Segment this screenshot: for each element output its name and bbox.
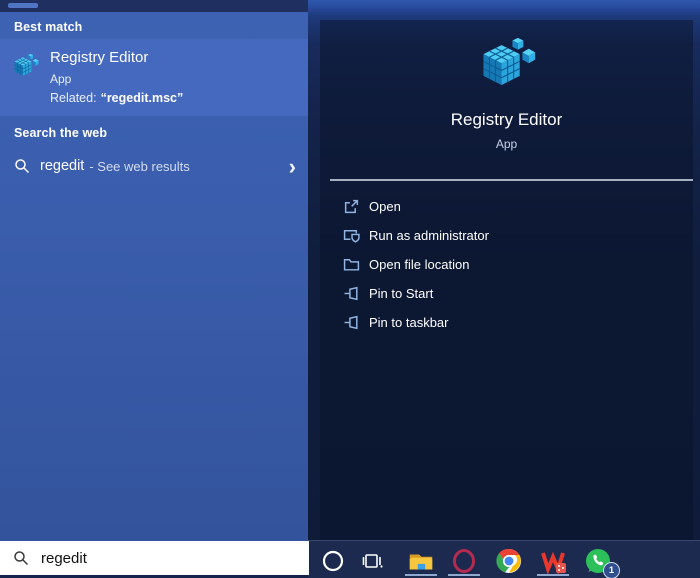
search-icon <box>15 159 30 174</box>
best-match-header: Best match <box>14 20 83 34</box>
flyout-top-edge <box>0 0 308 12</box>
action-label: Pin to taskbar <box>369 315 449 330</box>
action-label: Open file location <box>369 257 470 272</box>
web-query: regedit <box>40 158 85 174</box>
opera-icon[interactable] <box>449 546 479 576</box>
search-input[interactable] <box>39 548 283 568</box>
cortana-icon[interactable] <box>321 549 345 573</box>
taskbar: 1 <box>308 540 700 578</box>
separator <box>330 179 693 181</box>
taskbar-search-box[interactable] <box>0 541 309 575</box>
web-result-text: regedit - See web results <box>40 149 190 183</box>
notification-badge: 1 <box>603 562 620 578</box>
web-suffix: - See web results <box>89 158 190 174</box>
search-web-header: Search the web <box>14 126 108 140</box>
action-pin-to-start[interactable]: Pin to Start <box>320 279 693 308</box>
shield-icon <box>343 229 360 243</box>
action-open-file-location[interactable]: Open file location <box>320 250 693 279</box>
registry-editor-icon-large <box>483 37 536 85</box>
folder-icon <box>343 258 360 271</box>
start-search-flyout: Best match Registry Editor App Related: … <box>0 0 700 578</box>
preview-title: Registry Editor <box>450 110 563 129</box>
pin-icon <box>344 286 358 301</box>
search-results-panel: Best match Registry Editor App Related: … <box>0 12 308 541</box>
drag-handle <box>8 3 38 8</box>
action-label: Open <box>369 199 401 214</box>
action-pin-to-taskbar[interactable]: Pin to taskbar <box>320 308 693 337</box>
search-icon <box>14 551 29 566</box>
related-value: “regedit.msc” <box>100 91 184 105</box>
taskbar-active-indicator <box>405 574 437 576</box>
preview-pane: Registry Editor App Open Run as administ… <box>320 20 693 540</box>
preview-frame: Registry Editor App Open Run as administ… <box>308 0 700 540</box>
action-run-as-administrator[interactable]: Run as administrator <box>320 221 693 250</box>
taskbar-active-indicator <box>448 574 480 576</box>
task-view-icon[interactable] <box>361 549 385 573</box>
action-label: Pin to Start <box>369 286 434 301</box>
action-label: Run as administrator <box>369 228 489 243</box>
related-label: Related: <box>50 91 97 105</box>
best-match-related: Related: “regedit.msc” <box>50 91 183 105</box>
web-search-result[interactable]: regedit - See web results › <box>0 149 308 183</box>
registry-editor-icon <box>14 53 39 76</box>
best-match-title: Registry Editor <box>50 49 149 66</box>
preview-type: App <box>495 137 518 151</box>
taskbar-active-indicator <box>537 574 569 576</box>
chevron-right-icon[interactable]: › <box>289 150 296 184</box>
best-match-type: App <box>50 72 72 86</box>
pin-icon <box>344 315 358 330</box>
context-actions: Open Run as administrator Open file loca… <box>320 192 693 337</box>
action-open[interactable]: Open <box>320 192 693 221</box>
file-explorer-icon[interactable] <box>406 546 436 576</box>
best-match-result[interactable]: Registry Editor App Related: “regedit.msc… <box>0 39 308 116</box>
open-icon <box>344 199 359 214</box>
chrome-icon[interactable] <box>495 547 523 575</box>
wps-office-icon[interactable] <box>539 547 567 575</box>
